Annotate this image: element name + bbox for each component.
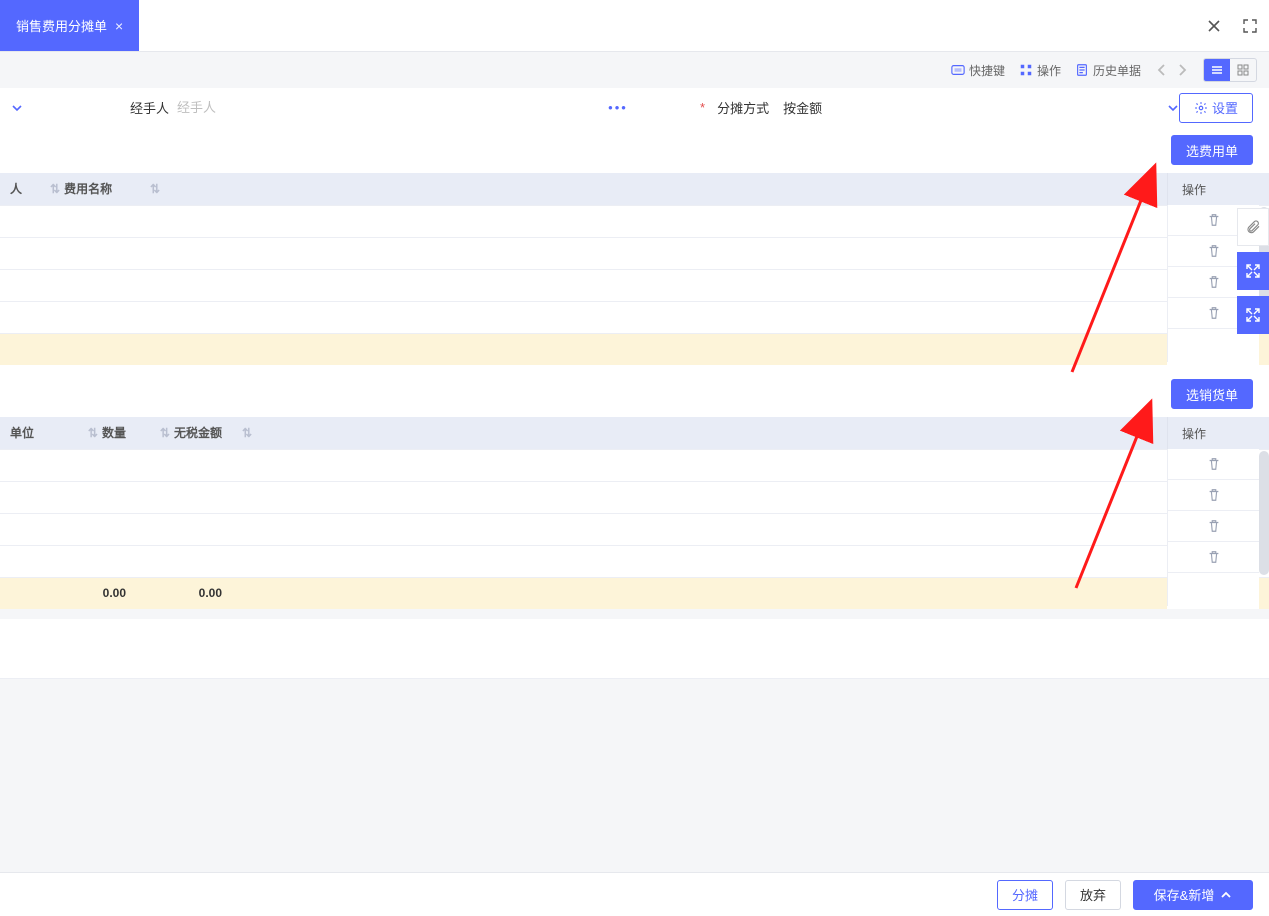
table-row[interactable]: [0, 513, 1269, 545]
s2-total-notax: 0.00: [136, 577, 232, 609]
shortcut-label: 快捷键: [969, 62, 1005, 79]
history-label: 历史单据: [1093, 62, 1141, 79]
settings-button[interactable]: 设置: [1179, 93, 1253, 123]
table-row[interactable]: [0, 449, 1269, 481]
delete-icon[interactable]: [1207, 457, 1221, 471]
chevron-down-icon[interactable]: [1166, 101, 1180, 115]
tab-sales-alloc[interactable]: 销售费用分摊单 ×: [0, 0, 139, 51]
allocate-button[interactable]: 分摊: [997, 880, 1053, 910]
op-cell: [1167, 480, 1259, 511]
table-row[interactable]: [0, 269, 1269, 301]
sort-icon: ⇅: [150, 182, 160, 196]
table-row[interactable]: [0, 237, 1269, 269]
chevron-down-icon[interactable]: [10, 101, 50, 115]
s1-col-op: 操作: [1167, 173, 1259, 205]
operate-label: 操作: [1037, 62, 1061, 79]
s2-col-notax[interactable]: ⇅无税金额: [136, 417, 232, 449]
s1-col-person: 人: [0, 173, 40, 205]
dock-expand-in-icon[interactable]: [1237, 296, 1269, 334]
select-expense-bill-button[interactable]: 选费用单: [1171, 135, 1253, 165]
method-label: 分摊方式: [717, 98, 769, 117]
view-card-icon[interactable]: [1230, 59, 1256, 81]
handler-label: 经手人: [130, 98, 169, 117]
save-and-new-button[interactable]: 保存&新增: [1133, 880, 1253, 910]
delete-icon[interactable]: [1207, 519, 1221, 533]
sort-icon: ⇅: [50, 182, 60, 196]
s2-total-qty: 0.00: [40, 577, 136, 609]
delete-icon[interactable]: [1207, 306, 1221, 320]
delete-icon[interactable]: [1207, 244, 1221, 258]
nav-next-icon[interactable]: [1175, 59, 1189, 81]
tab-title: 销售费用分摊单: [16, 16, 107, 35]
close-icon[interactable]: [1203, 15, 1225, 37]
sort-icon: ⇅: [242, 426, 252, 440]
btn-label: 选销货单: [1186, 385, 1238, 404]
required-mark: *: [700, 100, 705, 115]
view-list-icon[interactable]: [1204, 59, 1230, 81]
more-icon[interactable]: •••: [606, 100, 630, 115]
s2-col-qty[interactable]: ⇅数量: [40, 417, 136, 449]
delete-icon[interactable]: [1207, 213, 1221, 227]
table-row[interactable]: [0, 545, 1269, 577]
s2-col-op: 操作: [1167, 417, 1259, 449]
chevron-up-icon: [1220, 889, 1232, 901]
s1-col-blank[interactable]: ⇅: [140, 173, 1149, 205]
history-link[interactable]: 历史单据: [1075, 62, 1141, 79]
select-sales-bill-button[interactable]: 选销货单: [1171, 379, 1253, 409]
keyboard-icon: [951, 63, 965, 77]
nav-prev-icon[interactable]: [1155, 59, 1169, 81]
btn-label: 选费用单: [1186, 141, 1238, 160]
delete-icon[interactable]: [1207, 550, 1221, 564]
table-row[interactable]: [0, 301, 1269, 333]
dock-expand-out-icon[interactable]: [1237, 252, 1269, 290]
gear-icon: [1194, 101, 1208, 115]
delete-icon[interactable]: [1207, 275, 1221, 289]
handler-input[interactable]: [177, 100, 598, 115]
op-cell: [1167, 511, 1259, 542]
tab-close-icon[interactable]: ×: [115, 18, 123, 34]
s2-col-blank[interactable]: ⇅: [232, 417, 1149, 449]
grid-icon: [1019, 63, 1033, 77]
table-row[interactable]: [0, 205, 1269, 237]
shortcut-link[interactable]: 快捷键: [951, 62, 1005, 79]
settings-label: 设置: [1212, 98, 1238, 117]
delete-icon[interactable]: [1207, 488, 1221, 502]
sort-icon: ⇅: [160, 426, 170, 440]
discard-button[interactable]: 放弃: [1065, 880, 1121, 910]
table-row[interactable]: [0, 481, 1269, 513]
fullscreen-icon[interactable]: [1239, 15, 1261, 37]
history-icon: [1075, 63, 1089, 77]
sort-icon: ⇅: [88, 426, 98, 440]
method-value: 按金额: [783, 98, 1158, 117]
s1-col-name[interactable]: ⇅费用名称: [40, 173, 140, 205]
op-cell: [1167, 542, 1259, 573]
scrollbar-vertical[interactable]: [1259, 451, 1269, 575]
dock-attachment-icon[interactable]: [1237, 208, 1269, 246]
operate-link[interactable]: 操作: [1019, 62, 1061, 79]
s2-col-unit: 单位: [0, 417, 40, 449]
op-cell: [1167, 449, 1259, 480]
